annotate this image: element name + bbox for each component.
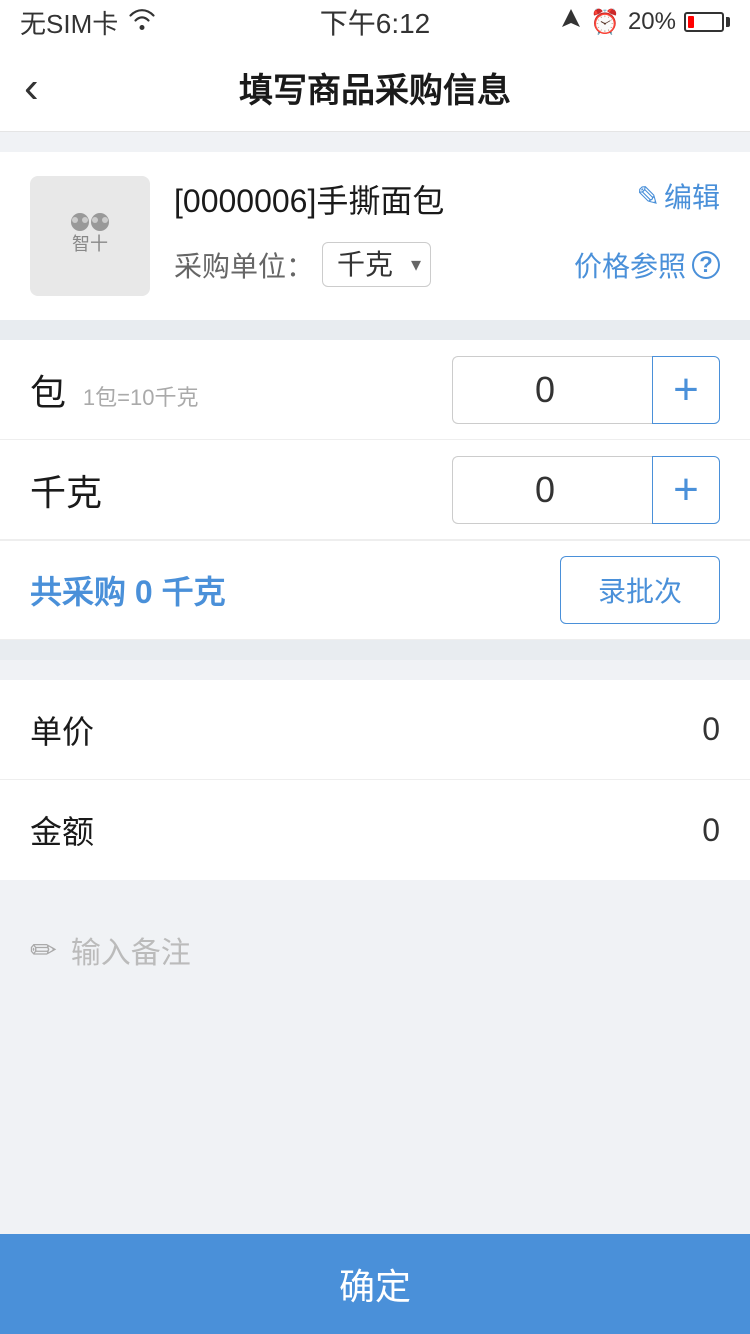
summary-text: 共采购 0 千克: [30, 567, 226, 613]
status-right: ⏰ 20%: [560, 7, 730, 38]
location-icon: [560, 7, 582, 38]
quantity-input-1[interactable]: [452, 456, 652, 524]
summary-row: 共采购 0 千克 录批次: [0, 540, 750, 640]
product-card: 智十 [0000006]手撕面包 ✎ 编辑 采购单位： 千克 包 箱: [0, 152, 750, 320]
status-time: 下午6:12: [320, 2, 431, 42]
back-button[interactable]: ‹: [24, 66, 39, 110]
quantity-plus-button-0[interactable]: +: [652, 356, 720, 424]
svg-text:智十: 智十: [72, 234, 108, 254]
price-value: 0: [702, 711, 720, 748]
price-ref-help-icon: ?: [692, 251, 720, 279]
amount-row: 金额 0: [0, 780, 750, 880]
carrier-label: 无SIM卡: [20, 4, 118, 41]
product-info: [0000006]手撕面包 ✎ 编辑 采购单位： 千克 包 箱 ▾: [174, 176, 720, 287]
remarks-placeholder: 输入备注: [71, 928, 191, 972]
quantity-label-1: 千克: [30, 464, 150, 516]
confirm-label: 确定: [339, 1258, 411, 1310]
edit-icon: ✎: [637, 180, 660, 213]
amount-value: 0: [702, 812, 720, 849]
section-divider-1: [0, 320, 750, 340]
unit-select[interactable]: 千克 包 箱: [322, 242, 431, 287]
product-logo: 智十: [55, 200, 125, 272]
unit-label: 采购单位：: [174, 245, 314, 285]
quantity-label-0: 包 1包=10千克: [30, 364, 198, 416]
quantity-input-0[interactable]: [452, 356, 652, 424]
status-bar: 无SIM卡 下午6:12 ⏰ 20%: [0, 0, 750, 44]
section-divider-2: [0, 640, 750, 660]
battery-percentage: 20%: [628, 8, 676, 36]
quantity-input-area-0: +: [198, 356, 720, 424]
product-name: [0000006]手撕面包: [174, 176, 637, 222]
price-label: 单价: [30, 707, 94, 753]
quantity-input-area-1: +: [150, 456, 720, 524]
batch-button[interactable]: 录批次: [560, 556, 720, 624]
price-row: 单价 0: [0, 680, 750, 780]
edit-button[interactable]: ✎ 编辑: [637, 176, 720, 216]
wifi-icon: [126, 7, 158, 38]
confirm-button[interactable]: 确定: [0, 1234, 750, 1334]
status-left: 无SIM卡: [20, 4, 158, 41]
amount-label: 金额: [30, 807, 94, 853]
quantity-row-0: 包 1包=10千克 +: [0, 340, 750, 440]
quantity-plus-button-1[interactable]: +: [652, 456, 720, 524]
quantity-section: 包 1包=10千克 + 千克 +: [0, 340, 750, 540]
price-section: 单价 0 金额 0: [0, 680, 750, 880]
remarks-section[interactable]: ✏ 输入备注: [0, 900, 750, 1000]
unit-select-wrapper[interactable]: 千克 包 箱 ▾: [322, 242, 431, 287]
product-thumbnail: 智十: [30, 176, 150, 296]
pencil-icon: ✏: [30, 931, 57, 969]
page-title: 填写商品采购信息: [239, 63, 511, 112]
battery-icon: [684, 12, 730, 32]
quantity-row-1: 千克 +: [0, 440, 750, 540]
alarm-icon: ⏰: [590, 8, 620, 37]
price-ref-button[interactable]: 价格参照 ?: [574, 245, 720, 285]
nav-bar: ‹ 填写商品采购信息: [0, 44, 750, 132]
